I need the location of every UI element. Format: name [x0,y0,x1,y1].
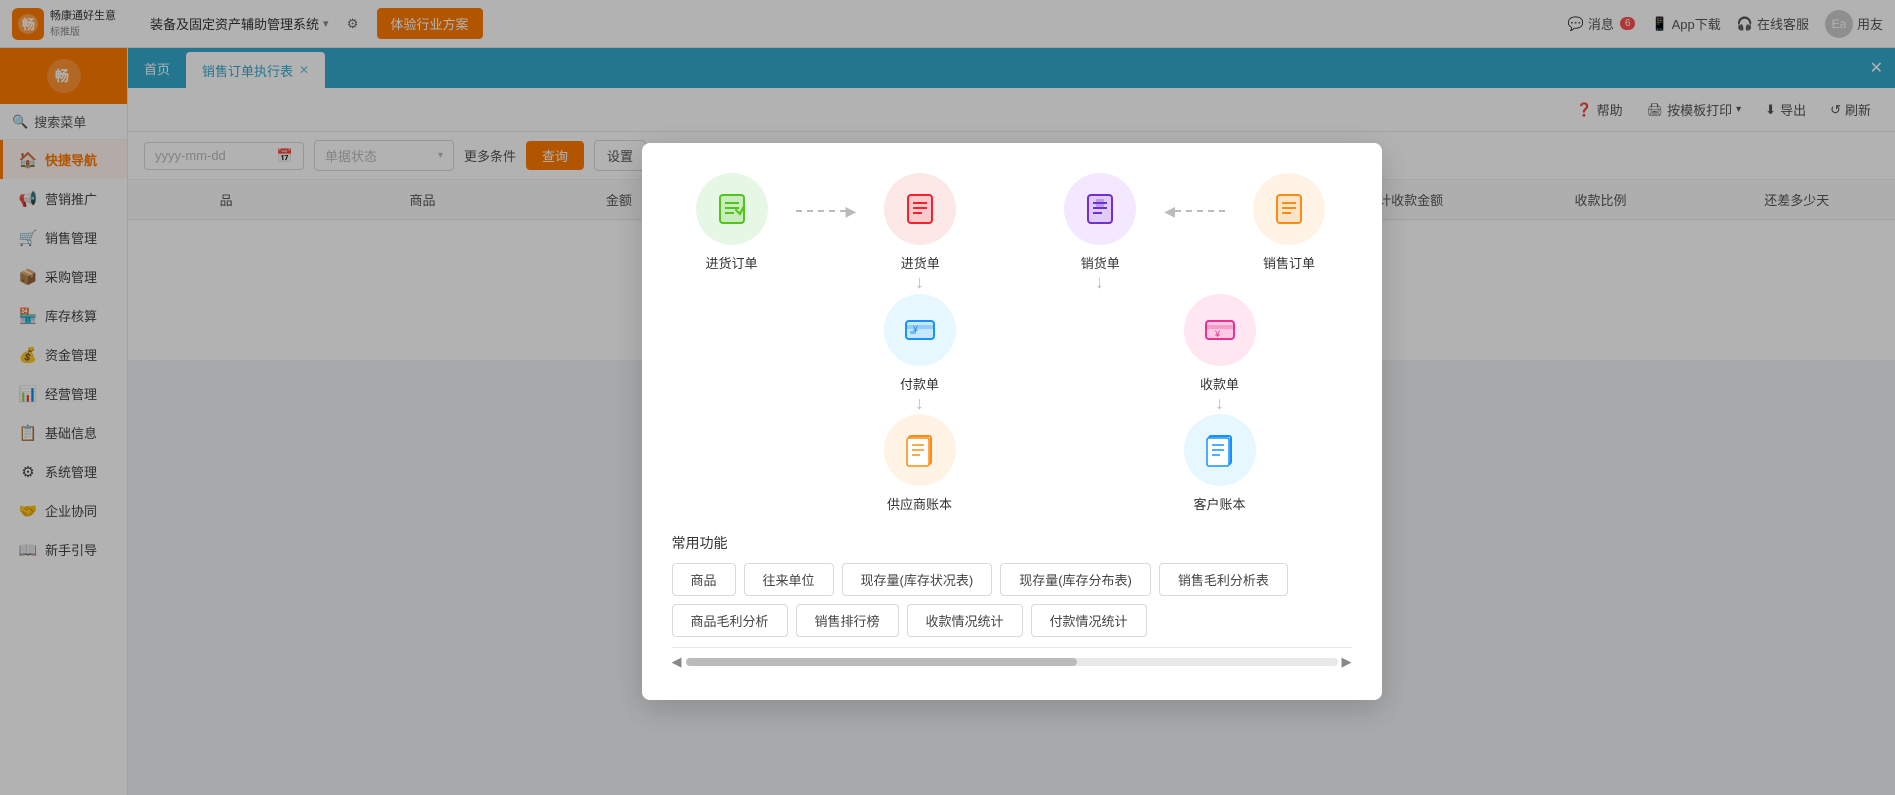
flow-circle-supplier-ledger [884,414,956,486]
common-functions: 常用功能 商品往来单位现存量(库存状况表)现存量(库存分布表)销售毛利分析表商品… [672,533,1352,637]
scroll-left-arrow[interactable]: ◀ [672,654,682,670]
modal: 进货订单 ▶ 进货单 [642,143,1382,700]
flow-label-sales-order: 销售订单 [1263,253,1315,272]
flow-circle-receipt: ¥ [1184,294,1256,366]
flow-label-supplier-ledger: 供应商账本 [887,494,952,513]
flow-item-payment[interactable]: ¥ 付款单 [860,294,980,393]
scroll-right-arrow[interactable]: ▶ [1342,654,1352,670]
flow-circle-sales-bill [1064,173,1136,245]
func-btn-2[interactable]: 现存量(库存状况表) [842,563,993,596]
common-functions-title: 常用功能 [672,533,1352,553]
flow-circle-payment: ¥ [884,294,956,366]
flow-circle-purchase-bill [884,173,956,245]
flow-item-sales-bill[interactable]: 销货单 [1040,173,1160,272]
flow-item-receipt[interactable]: ¥ 收款单 [1160,294,1280,393]
scroll-area: ◀ ▶ [672,647,1352,670]
flow-label-purchase-bill: 进货单 [901,253,940,272]
flow-item-customer-ledger[interactable]: 客户账本 [1160,414,1280,513]
func-btn-8[interactable]: 付款情况统计 [1031,604,1147,637]
modal-overlay[interactable]: 进货订单 ▶ 进货单 [0,0,1895,795]
func-btn-7[interactable]: 收款情况统计 [907,604,1023,637]
func-btn-5[interactable]: 商品毛利分析 [672,604,788,637]
flow-section: 进货订单 ▶ 进货单 [672,173,1352,513]
func-buttons: 商品往来单位现存量(库存状况表)现存量(库存分布表)销售毛利分析表商品毛利分析销… [672,563,1352,637]
func-btn-6[interactable]: 销售排行榜 [796,604,899,637]
svg-text:¥: ¥ [1214,329,1221,339]
flow-item-purchase-order[interactable]: 进货订单 [672,173,792,272]
flow-label-receipt: 收款单 [1200,374,1239,393]
func-btn-0[interactable]: 商品 [672,563,736,596]
flow-label-purchase-order: 进货订单 [705,253,757,272]
flow-item-sales-order[interactable]: 销售订单 [1229,173,1349,272]
flow-label-customer-ledger: 客户账本 [1193,494,1245,513]
flow-item-supplier-ledger[interactable]: 供应商账本 [860,414,980,513]
scrollbar-thumb [686,658,1077,666]
scrollbar-track[interactable] [686,658,1338,666]
flow-item-purchase-bill[interactable]: 进货单 [860,173,980,272]
func-btn-1[interactable]: 往来单位 [744,563,834,596]
func-btn-4[interactable]: 销售毛利分析表 [1159,563,1288,596]
flow-label-sales-bill: 销货单 [1081,253,1120,272]
func-btn-3[interactable]: 现存量(库存分布表) [1000,563,1151,596]
flow-label-payment: 付款单 [900,374,939,393]
flow-circle-purchase-order [696,173,768,245]
svg-text:¥: ¥ [912,324,919,334]
flow-circle-sales-order [1253,173,1325,245]
flow-circle-customer-ledger [1184,414,1256,486]
